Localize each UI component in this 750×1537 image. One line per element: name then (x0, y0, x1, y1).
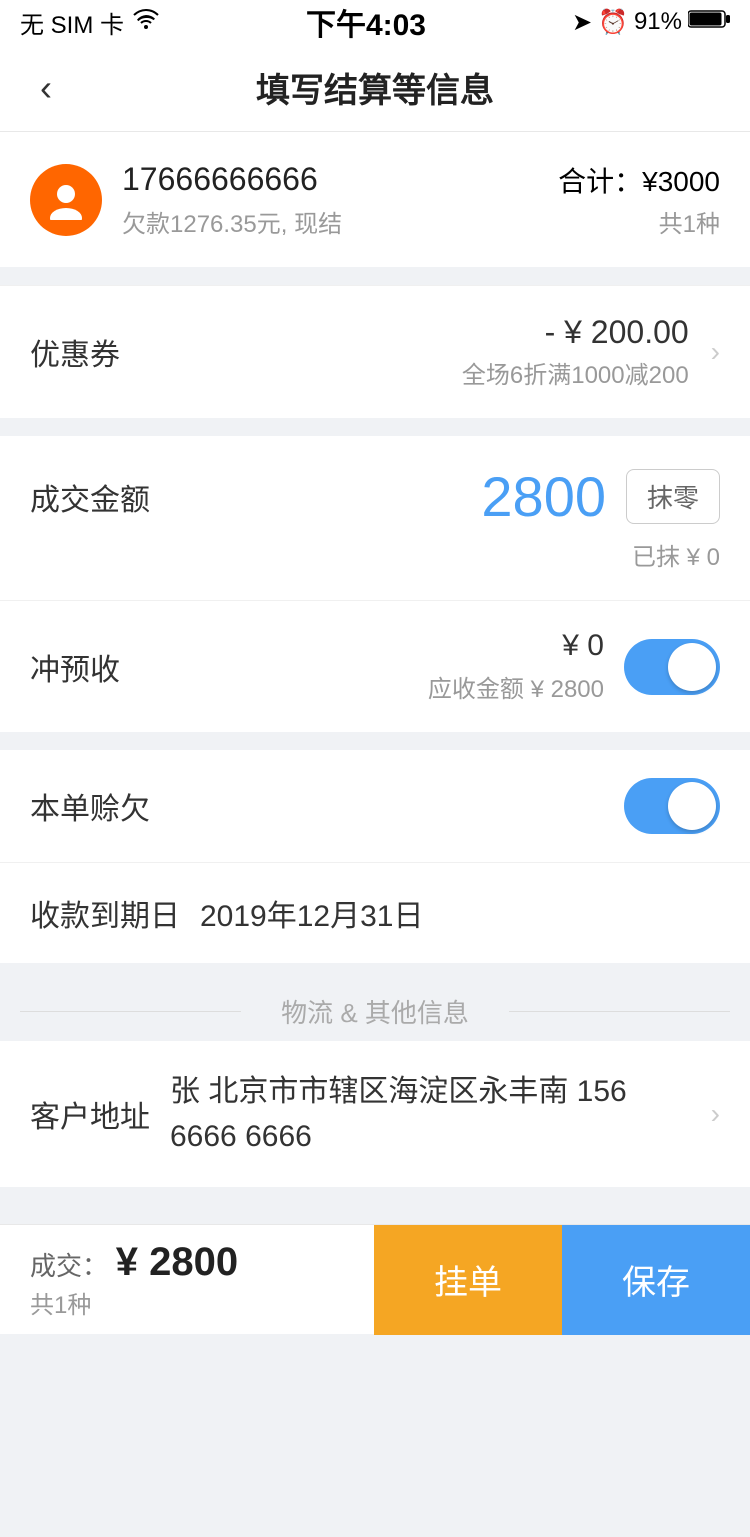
logistics-divider: 物流 & 其他信息 (0, 981, 750, 1041)
duedate-label: 收款到期日 (30, 891, 180, 935)
prepay-section: 冲预收 ¥ 0 应收金额 ¥ 2800 (0, 600, 750, 732)
total-row: 合计：¥3000 (558, 160, 720, 200)
separator-1 (0, 418, 750, 436)
address-section[interactable]: 客户地址 张 北京市市辖区海淀区永丰南 156 6666 6666 › (0, 1041, 750, 1187)
avatar (30, 164, 102, 236)
separator-3 (0, 963, 750, 981)
prepay-amount: ¥ 0 (428, 629, 604, 663)
customer-info-section: 17666666666 欠款1276.35元, 现结 合计：¥3000 共1种 (0, 132, 750, 267)
amount-row: 成交金额 2800 抹零 (30, 464, 720, 529)
amount-value-wrap: 2800 抹零 (481, 464, 720, 529)
credit-toggle-knob (668, 782, 716, 830)
amount-value: 2800 (481, 464, 606, 529)
summary-label: 成交： (30, 1251, 108, 1281)
credit-section: 本单赊欠 (0, 750, 750, 862)
address-label: 客户地址 (30, 1092, 150, 1136)
alarm-icon: ⏰ (598, 8, 628, 37)
coupon-row[interactable]: 优惠券 - ¥ 200.00 全场6折满1000减200 › (0, 285, 750, 418)
address-value: 张 北京市市辖区海淀区永丰南 156 6666 6666 (150, 1069, 701, 1159)
chevron-right-icon: › (711, 336, 720, 368)
amount-sub: 已抹 ¥ 0 (30, 537, 720, 572)
duedate-row: 收款到期日 2019年12月31日 (30, 891, 720, 935)
customer-details: 17666666666 欠款1276.35元, 现结 (122, 161, 342, 239)
total-count: 共1种 (558, 204, 720, 239)
summary-label-row: 成交： ¥ 2800 (30, 1240, 344, 1285)
wifi-icon (132, 8, 160, 36)
amount-label: 成交金额 (30, 475, 150, 519)
status-time: 下午4:03 (306, 0, 426, 44)
bottom-bar: 成交： ¥ 2800 共1种 挂单 保存 (0, 1224, 750, 1334)
toggle-knob (668, 643, 716, 691)
prepay-label: 冲预收 (30, 645, 120, 689)
save-button[interactable]: 保存 (562, 1225, 750, 1335)
bottom-summary: 成交： ¥ 2800 共1种 (0, 1240, 374, 1320)
bottom-spacer (0, 1427, 750, 1537)
duedate-value: 2019年12月31日 (200, 891, 423, 935)
sim-status: 无 SIM 卡 (20, 5, 124, 40)
coupon-label: 优惠券 (30, 330, 120, 374)
summary-count: 共1种 (30, 1285, 344, 1320)
logistics-label: 物流 & 其他信息 (281, 993, 469, 1030)
divider-line-right (509, 1011, 730, 1012)
total-amount: ¥3000 (642, 166, 720, 197)
coupon-right: - ¥ 200.00 全场6折满1000减200 › (462, 314, 720, 390)
prepay-row: 冲预收 ¥ 0 应收金额 ¥ 2800 (30, 629, 720, 704)
duedate-section: 收款到期日 2019年12月31日 (0, 862, 750, 963)
battery-percent: 91% (634, 8, 682, 36)
coupon-amount: - ¥ 200.00 (462, 314, 689, 351)
status-right: ➤ ⏰ 91% (572, 8, 730, 37)
transaction-section: 成交金额 2800 抹零 已抹 ¥ 0 (0, 436, 750, 600)
page-title: 填写结算等信息 (256, 63, 494, 112)
customer-total: 合计：¥3000 共1种 (558, 160, 720, 239)
divider-line-left (20, 1011, 241, 1012)
separator-2 (0, 732, 750, 750)
total-label: 合计： (558, 166, 642, 197)
back-button[interactable]: ‹ (30, 57, 62, 119)
summary-value: ¥ 2800 (116, 1240, 238, 1284)
customer-phone: 17666666666 (122, 161, 342, 198)
round-button[interactable]: 抹零 (626, 469, 720, 524)
status-left: 无 SIM 卡 (20, 5, 160, 40)
prepay-right: ¥ 0 应收金额 ¥ 2800 (428, 629, 720, 704)
address-chevron-icon: › (711, 1098, 720, 1130)
status-bar: 无 SIM 卡 下午4:03 ➤ ⏰ 91% (0, 0, 750, 44)
pending-button[interactable]: 挂单 (374, 1225, 562, 1335)
prepay-sub: 应收金额 ¥ 2800 (428, 669, 604, 704)
coupon-detail: - ¥ 200.00 全场6折满1000减200 (462, 314, 689, 390)
prepay-toggle[interactable] (624, 639, 720, 695)
nav-bar: ‹ 填写结算等信息 (0, 44, 750, 132)
prepay-value-col: ¥ 0 应收金额 ¥ 2800 (428, 629, 604, 704)
customer-debt: 欠款1276.35元, 现结 (122, 204, 342, 239)
customer-left: 17666666666 欠款1276.35元, 现结 (30, 161, 342, 239)
coupon-desc: 全场6折满1000减200 (462, 355, 689, 390)
credit-toggle[interactable] (624, 778, 720, 834)
credit-label: 本单赊欠 (30, 784, 150, 828)
battery-icon (688, 8, 730, 36)
location-icon: ➤ (572, 8, 592, 37)
